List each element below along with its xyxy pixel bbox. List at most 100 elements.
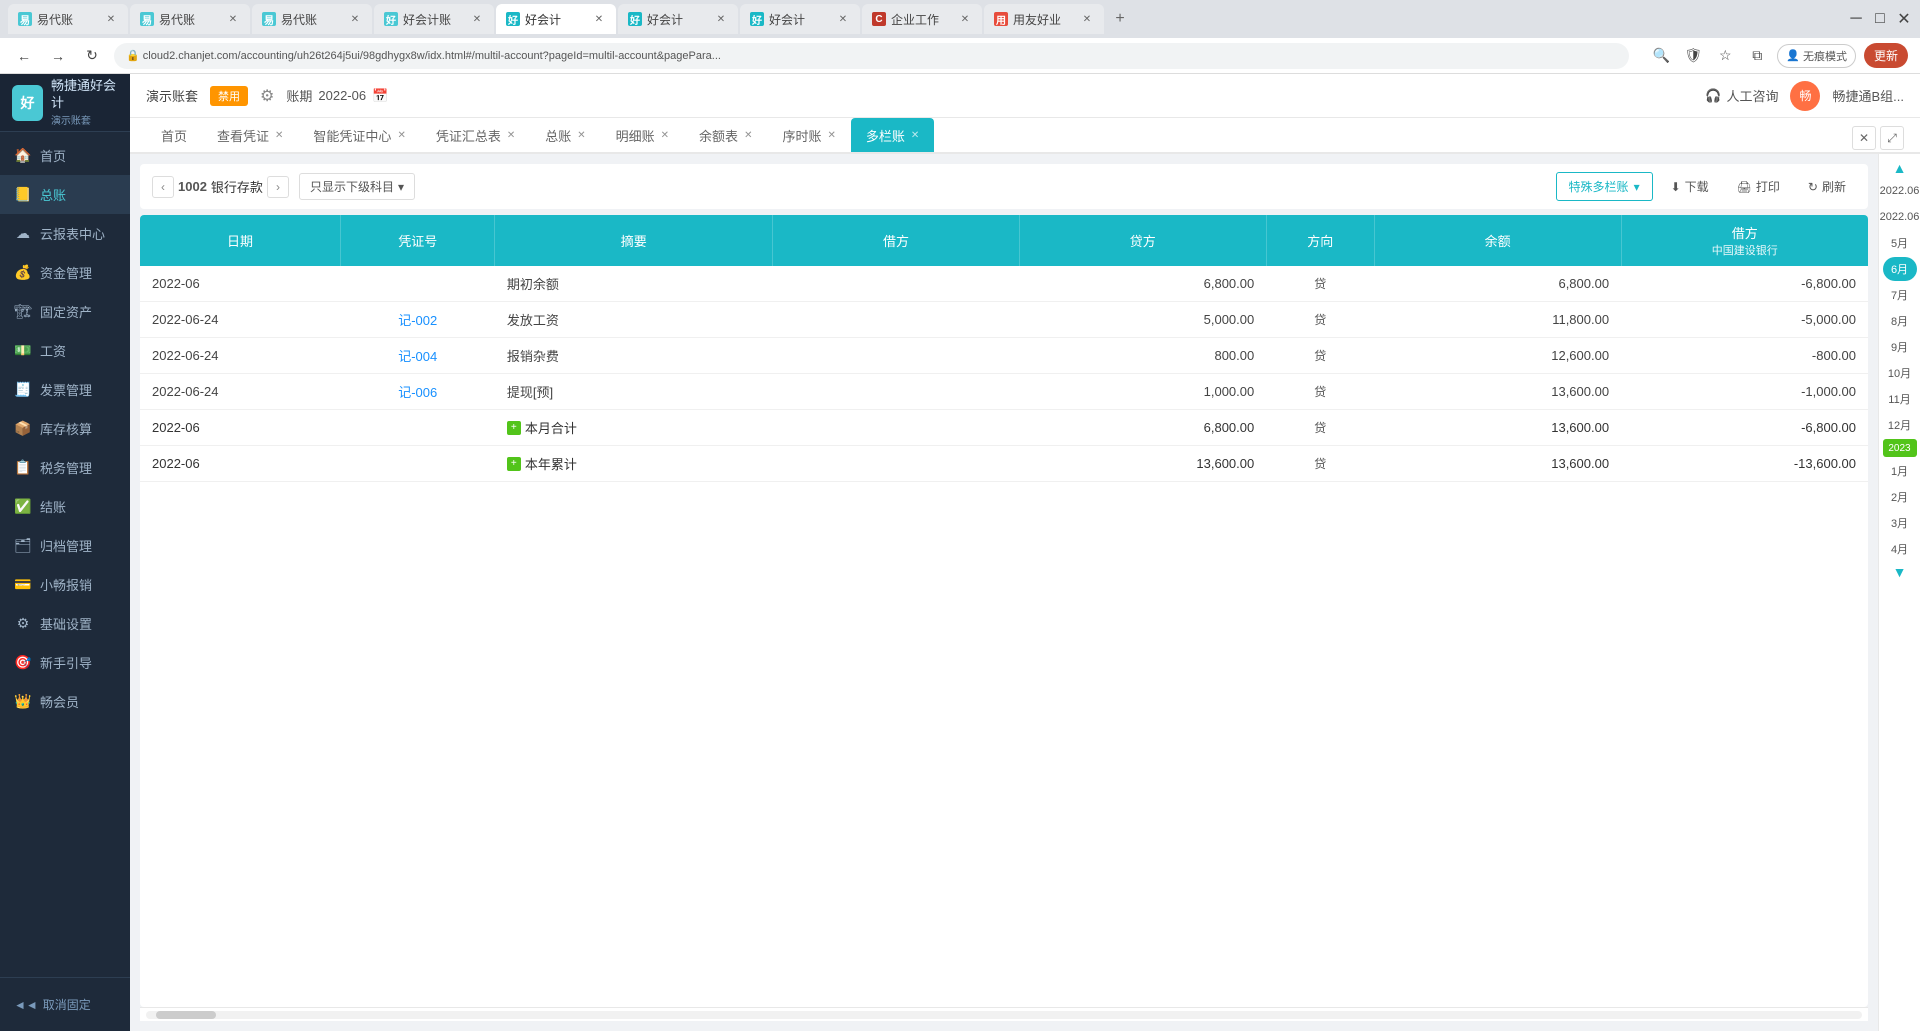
tab-home[interactable]: 首页: [146, 118, 202, 152]
sidebar-item-ledger[interactable]: 📒 总账: [0, 175, 130, 214]
month-item-2022-06-top[interactable]: 2022.06: [1883, 179, 1917, 203]
tab-close-view-voucher[interactable]: ✕: [275, 130, 283, 141]
cancel-fixed-button[interactable]: ◄◄ 取消固定: [0, 986, 130, 1023]
tab-balance[interactable]: 余额表 ✕: [684, 118, 767, 152]
tab-detail-ledger[interactable]: 明细账 ✕: [601, 118, 684, 152]
refresh-button[interactable]: ↻: [80, 44, 104, 68]
month-item-10[interactable]: 10月: [1883, 361, 1917, 385]
invoice-icon: 🧾: [14, 381, 32, 399]
settings-gear-icon[interactable]: ⚙: [260, 86, 274, 106]
sidebar-item-tax[interactable]: 📋 税务管理: [0, 448, 130, 487]
next-subject-button[interactable]: ›: [267, 176, 289, 198]
tab-voucher-summary[interactable]: 凭证汇总表 ✕: [421, 118, 530, 152]
tab-smart-voucher[interactable]: 智能凭证中心 ✕: [298, 118, 420, 152]
tab-close-3[interactable]: ✕: [348, 12, 362, 26]
tab-close-detail-ledger[interactable]: ✕: [661, 130, 669, 141]
sidebar-item-member[interactable]: 👑 畅会员: [0, 682, 130, 721]
sidebar-item-archive[interactable]: 🗂 归档管理: [0, 526, 130, 565]
voucher-link-1[interactable]: 记-002: [398, 313, 437, 328]
search-icon[interactable]: 🔍: [1649, 44, 1673, 68]
browser-tab-6[interactable]: 好 好会计 ✕: [618, 4, 738, 34]
calendar-icon[interactable]: 📅: [372, 88, 388, 104]
browser-tab-7[interactable]: 好 好会计 ✕: [740, 4, 860, 34]
update-button[interactable]: 更新: [1864, 43, 1908, 68]
back-button[interactable]: ←: [12, 44, 36, 68]
tab-close-9[interactable]: ✕: [1080, 12, 1094, 26]
tab-close-6[interactable]: ✕: [714, 12, 728, 26]
month-item-2022-06-2[interactable]: 2022.06: [1883, 205, 1917, 229]
consult-button[interactable]: 🎧 人工咨询: [1705, 86, 1778, 105]
browser-tab-3[interactable]: 易 易代账 ✕: [252, 4, 372, 34]
month-item-9[interactable]: 9月: [1883, 335, 1917, 359]
subject-filter-dropdown[interactable]: 只显示下级科目 ▾: [299, 173, 415, 200]
month-scroll-down[interactable]: ▼: [1885, 562, 1915, 582]
voucher-link-2[interactable]: 记-004: [398, 349, 437, 364]
sidebar-item-assets[interactable]: 🏗 固定资产: [0, 292, 130, 331]
print-button[interactable]: 🖨 打印: [1727, 173, 1790, 200]
sidebar-item-closing[interactable]: ✅ 结账: [0, 487, 130, 526]
month-item-1[interactable]: 1月: [1883, 459, 1917, 483]
close-button[interactable]: ✕: [1896, 11, 1912, 27]
tab-general-ledger[interactable]: 总账 ✕: [530, 118, 600, 152]
sidebar-item-settings[interactable]: ⚙ 基础设置: [0, 604, 130, 643]
download-button[interactable]: ⬇ 下载: [1661, 173, 1719, 200]
month-item-3[interactable]: 3月: [1883, 511, 1917, 535]
close-panel-button[interactable]: ✕: [1852, 126, 1876, 150]
sidebar-item-reports[interactable]: ☁ 云报表中心: [0, 214, 130, 253]
sidebar-item-guide[interactable]: 🎯 新手引导: [0, 643, 130, 682]
browser-tab-9[interactable]: 用 用友好业 ✕: [984, 4, 1104, 34]
scroll-thumb[interactable]: [156, 1011, 216, 1019]
url-bar[interactable]: 🔒 cloud2.chanjet.com/accounting/uh26t264…: [114, 43, 1629, 69]
tab-close-smart-voucher[interactable]: ✕: [397, 130, 405, 141]
star-icon[interactable]: ☆: [1713, 44, 1737, 68]
month-item-11[interactable]: 11月: [1883, 387, 1917, 411]
month-item-8[interactable]: 8月: [1883, 309, 1917, 333]
browser-tab-2[interactable]: 易 易代账 ✕: [130, 4, 250, 34]
month-item-6[interactable]: 6月: [1883, 257, 1917, 281]
sidebar-item-salary[interactable]: 💵 工资: [0, 331, 130, 370]
tab-close-7[interactable]: ✕: [836, 12, 850, 26]
month-item-5[interactable]: 5月: [1883, 231, 1917, 255]
tab-close-chronological[interactable]: ✕: [827, 130, 835, 141]
expand-panel-button[interactable]: ⤢: [1880, 126, 1904, 150]
wuhen-mode-button[interactable]: 👤 无痕模式: [1777, 44, 1856, 68]
sidebar-item-expense[interactable]: 💳 小畅报销: [0, 565, 130, 604]
browser-tab-4[interactable]: 好 好会计账 ✕: [374, 4, 494, 34]
prev-subject-button[interactable]: ‹: [152, 176, 174, 198]
browser-tab-1[interactable]: 易 易代账 ✕: [8, 4, 128, 34]
horizontal-scrollbar[interactable]: [140, 1007, 1868, 1021]
multi-column-table: 日期 凭证号 摘要 借方 贷方 方向 余额 借方 中国建设银行: [140, 215, 1868, 482]
tab-close-1[interactable]: ✕: [104, 12, 118, 26]
sidebar-item-inventory[interactable]: 📦 库存核算: [0, 409, 130, 448]
month-item-2[interactable]: 2月: [1883, 485, 1917, 509]
refresh-button[interactable]: ↻ 刷新: [1798, 173, 1856, 200]
minimize-button[interactable]: ─: [1848, 11, 1864, 27]
month-item-4[interactable]: 4月: [1883, 537, 1917, 561]
sidebar-item-home[interactable]: 🏠 首页: [0, 136, 130, 175]
month-scroll-up[interactable]: ▲: [1885, 158, 1915, 178]
tab-close-5[interactable]: ✕: [592, 12, 606, 26]
browser-tab-8[interactable]: C 企业工作 ✕: [862, 4, 982, 34]
tab-close-8[interactable]: ✕: [958, 12, 972, 26]
extensions-icon[interactable]: ⧉: [1745, 44, 1769, 68]
tab-multi-column[interactable]: 多栏账 ✕: [851, 118, 934, 152]
shield-icon[interactable]: 🛡: [1681, 44, 1705, 68]
forward-button[interactable]: →: [46, 44, 70, 68]
tab-close-2[interactable]: ✕: [226, 12, 240, 26]
sidebar-item-invoice[interactable]: 🧾 发票管理: [0, 370, 130, 409]
tab-chronological[interactable]: 序时账 ✕: [767, 118, 850, 152]
browser-tab-5[interactable]: 好 好会计 ✕: [496, 4, 616, 34]
voucher-link-3[interactable]: 记-006: [398, 385, 437, 400]
month-item-7[interactable]: 7月: [1883, 283, 1917, 307]
tab-close-balance[interactable]: ✕: [744, 130, 752, 141]
tab-view-voucher[interactable]: 查看凭证 ✕: [202, 118, 298, 152]
maximize-button[interactable]: □: [1872, 11, 1888, 27]
new-tab-button[interactable]: +: [1106, 5, 1134, 33]
month-item-12[interactable]: 12月: [1883, 413, 1917, 437]
tab-close-multi-column[interactable]: ✕: [911, 130, 919, 141]
tab-close-4[interactable]: ✕: [470, 12, 484, 26]
tab-close-general-ledger[interactable]: ✕: [577, 130, 585, 141]
tab-close-voucher-summary[interactable]: ✕: [507, 130, 515, 141]
sidebar-item-funds[interactable]: 💰 资金管理: [0, 253, 130, 292]
special-ledger-button[interactable]: 特殊多栏账 ▾: [1556, 172, 1653, 201]
